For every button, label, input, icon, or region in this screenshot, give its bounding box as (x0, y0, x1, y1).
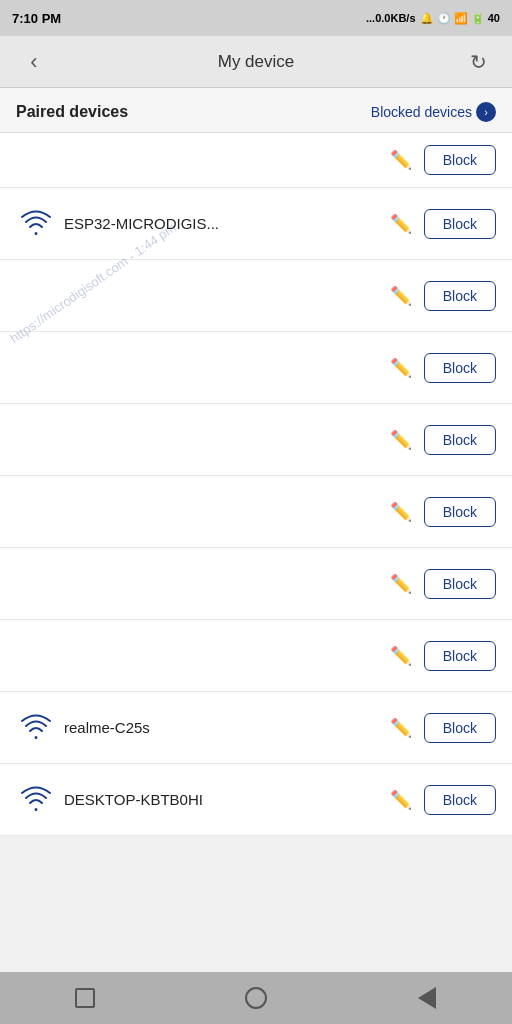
blocked-chevron-icon: › (476, 102, 496, 122)
edit-icon[interactable]: ✏️ (378, 789, 424, 811)
block-button[interactable]: Block (424, 209, 496, 239)
list-item: ✏️ Block (0, 404, 512, 476)
content-area: https://microdigisoft.com - 1:44 pm Pair… (0, 88, 512, 836)
block-button[interactable]: Block (424, 641, 496, 671)
list-item: DESKTOP-KBTB0HI ✏️ Block (0, 764, 512, 836)
status-time: 7:10 PM (12, 11, 61, 26)
list-item: ESP32-MICRODIGIS... ✏️ Block (0, 188, 512, 260)
edit-icon[interactable]: ✏️ (378, 213, 424, 235)
back-nav-button[interactable] (409, 980, 445, 1016)
block-button[interactable]: Block (424, 281, 496, 311)
devices-list: ✏️ Block ESP32-MICRODIGIS... ✏️ Block ✏️… (0, 132, 512, 836)
battery-label: 🔔 🕐 📶 🔋 40 (420, 12, 500, 25)
edit-icon[interactable]: ✏️ (378, 501, 424, 523)
wifi-icon (16, 210, 56, 238)
block-button[interactable]: Block (424, 569, 496, 599)
edit-icon[interactable]: ✏️ (378, 573, 424, 595)
edit-icon[interactable]: ✏️ (378, 717, 424, 739)
block-button[interactable]: Block (424, 425, 496, 455)
device-name: realme-C25s (56, 719, 378, 736)
block-button[interactable]: Block (424, 497, 496, 527)
block-button[interactable]: Block (424, 785, 496, 815)
refresh-button[interactable]: ↻ (460, 50, 496, 74)
list-item: ✏️ Block (0, 476, 512, 548)
block-button[interactable]: Block (424, 353, 496, 383)
list-item: ✏️ Block (0, 133, 512, 188)
edit-icon[interactable]: ✏️ (378, 285, 424, 307)
network-label: ...0.0KB/s (366, 12, 416, 24)
recent-apps-button[interactable] (67, 980, 103, 1016)
circle-icon (245, 987, 267, 1009)
device-name: DESKTOP-KBTB0HI (56, 791, 378, 808)
list-item: ✏️ Block (0, 260, 512, 332)
top-nav: ‹ My device ↻ (0, 36, 512, 88)
edit-icon[interactable]: ✏️ (378, 357, 424, 379)
home-button[interactable] (238, 980, 274, 1016)
status-bar: 7:10 PM ...0.0KB/s 🔔 🕐 📶 🔋 40 (0, 0, 512, 36)
time-label: 7:10 PM (12, 11, 61, 26)
blocked-devices-link[interactable]: Blocked devices › (371, 102, 496, 122)
block-button[interactable]: Block (424, 145, 496, 175)
wifi-icon (16, 786, 56, 814)
square-icon (75, 988, 95, 1008)
blocked-devices-label: Blocked devices (371, 104, 472, 120)
device-name: ESP32-MICRODIGIS... (56, 215, 378, 232)
edit-icon[interactable]: ✏️ (378, 645, 424, 667)
back-button[interactable]: ‹ (16, 49, 52, 75)
status-icons: ...0.0KB/s 🔔 🕐 📶 🔋 40 (366, 12, 500, 25)
list-item: realme-C25s ✏️ Block (0, 692, 512, 764)
list-item: ✏️ Block (0, 620, 512, 692)
bottom-nav (0, 972, 512, 1024)
triangle-icon (418, 987, 436, 1009)
edit-icon[interactable]: ✏️ (378, 429, 424, 451)
wifi-icon (16, 714, 56, 742)
page-title: My device (218, 52, 295, 72)
list-item: ✏️ Block (0, 332, 512, 404)
block-button[interactable]: Block (424, 713, 496, 743)
section-header: Paired devices Blocked devices › (0, 88, 512, 132)
list-item: ✏️ Block (0, 548, 512, 620)
paired-devices-title: Paired devices (16, 103, 128, 121)
edit-icon[interactable]: ✏️ (378, 149, 424, 171)
